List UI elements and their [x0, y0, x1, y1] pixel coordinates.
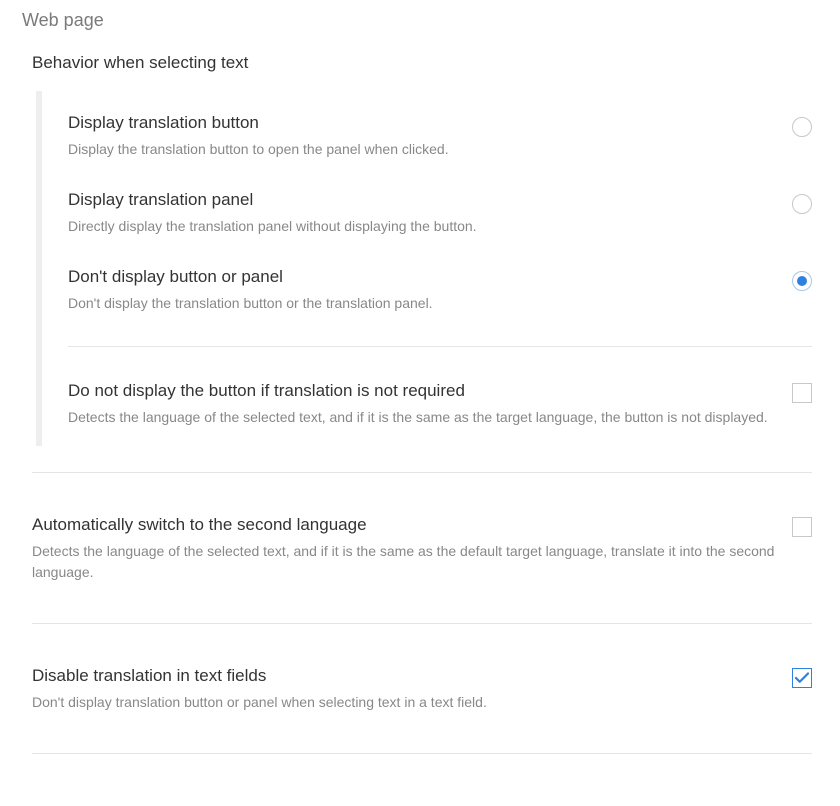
option-display-button[interactable]: Display translation button Display the t…	[68, 99, 822, 174]
option-desc: Display the translation button to open t…	[68, 139, 776, 160]
behavior-heading: Behavior when selecting text	[18, 53, 822, 73]
option-title: Disable translation in text fields	[32, 666, 776, 686]
option-auto-switch[interactable]: Automatically switch to the second langu…	[18, 515, 822, 583]
option-desc: Detects the language of the selected tex…	[32, 541, 776, 583]
option-title: Automatically switch to the second langu…	[32, 515, 776, 535]
radio-no-display[interactable]	[792, 271, 812, 291]
option-no-display[interactable]: Don't display button or panel Don't disp…	[68, 253, 822, 328]
checkbox-disable-text-fields[interactable]	[792, 668, 812, 688]
checkbox-hide-if-not-required[interactable]	[792, 383, 812, 403]
option-title: Do not display the button if translation…	[68, 381, 776, 401]
option-title: Display translation button	[68, 113, 776, 133]
radio-display-panel[interactable]	[792, 194, 812, 214]
option-title: Display translation panel	[68, 190, 776, 210]
divider	[32, 753, 812, 754]
divider	[32, 623, 812, 624]
option-display-panel[interactable]: Display translation panel Directly displ…	[68, 176, 822, 251]
option-desc: Don't display translation button or pane…	[32, 692, 776, 713]
option-desc: Detects the language of the selected tex…	[68, 407, 776, 428]
option-desc: Don't display the translation button or …	[68, 293, 776, 314]
check-icon	[793, 669, 811, 687]
option-disable-text-fields[interactable]: Disable translation in text fields Don't…	[18, 666, 822, 713]
divider	[68, 346, 812, 347]
option-desc: Directly display the translation panel w…	[68, 216, 776, 237]
option-hide-if-not-required[interactable]: Do not display the button if translation…	[68, 367, 822, 442]
option-title: Don't display button or panel	[68, 267, 776, 287]
checkbox-auto-switch[interactable]	[792, 517, 812, 537]
divider	[32, 472, 812, 473]
radio-display-button[interactable]	[792, 117, 812, 137]
behavior-block: Display translation button Display the t…	[36, 91, 822, 446]
page-title: Web page	[18, 10, 822, 31]
